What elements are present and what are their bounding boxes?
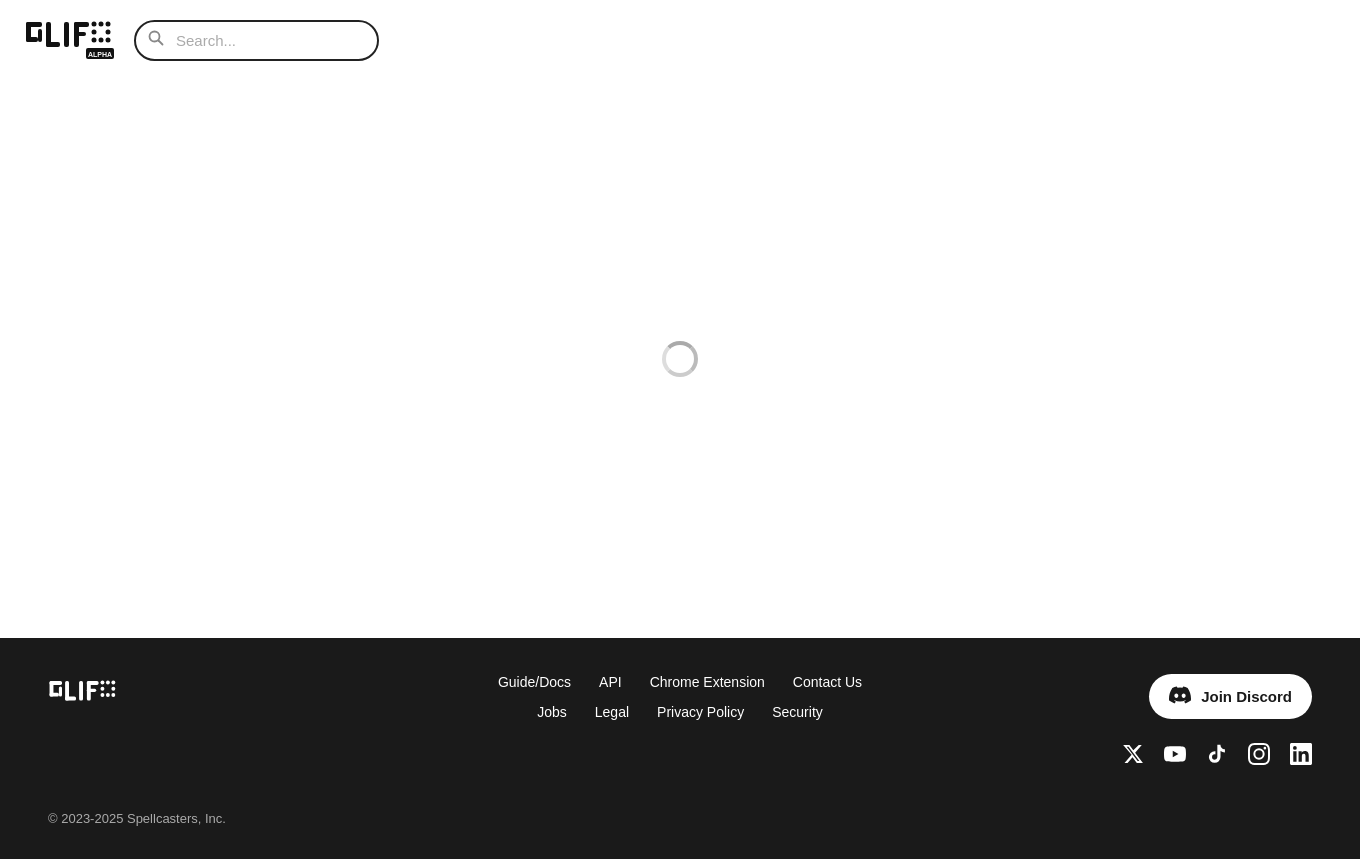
svg-rect-5 [46, 42, 60, 47]
search-bar[interactable] [134, 20, 379, 61]
site-header: ALPHA [0, 0, 1360, 80]
loading-spinner [662, 341, 698, 377]
svg-rect-28 [79, 681, 83, 700]
svg-point-39 [111, 693, 115, 697]
footer-logo[interactable] [48, 674, 118, 716]
svg-rect-6 [64, 22, 69, 47]
svg-point-16 [99, 38, 104, 43]
footer-link-guide-docs[interactable]: Guide/Docs [498, 674, 571, 690]
footer-nav-row-1: Guide/Docs API Chrome Extension Contact … [498, 674, 862, 690]
svg-point-32 [101, 681, 105, 685]
footer-logo-svg [48, 674, 118, 716]
instagram-icon[interactable] [1248, 743, 1270, 765]
logo[interactable]: ALPHA [24, 14, 114, 66]
social-icons [1122, 743, 1312, 765]
svg-rect-25 [59, 686, 62, 696]
svg-rect-23 [50, 681, 62, 685]
twitter-x-icon[interactable] [1122, 743, 1144, 765]
footer-link-privacy-policy[interactable]: Privacy Policy [657, 704, 744, 720]
svg-point-13 [92, 30, 97, 35]
footer-right: Join Discord [1122, 674, 1312, 765]
join-discord-label: Join Discord [1201, 688, 1292, 705]
main-content [0, 80, 1360, 638]
glif-logo-svg: ALPHA [24, 14, 114, 66]
svg-point-14 [106, 30, 111, 35]
footer-nav: Guide/Docs API Chrome Extension Contact … [498, 674, 862, 720]
search-input[interactable] [134, 20, 379, 61]
youtube-icon[interactable] [1164, 743, 1186, 765]
svg-point-34 [111, 681, 115, 685]
discord-icon [1169, 684, 1191, 709]
svg-rect-30 [87, 681, 99, 685]
join-discord-button[interactable]: Join Discord [1149, 674, 1312, 719]
svg-point-10 [92, 22, 97, 27]
svg-text:ALPHA: ALPHA [88, 51, 112, 58]
svg-rect-2 [26, 37, 38, 42]
footer-link-jobs[interactable]: Jobs [537, 704, 567, 720]
footer-bottom: © 2023-2025 Spellcasters, Inc. [48, 809, 1312, 827]
svg-rect-27 [65, 697, 76, 701]
svg-point-36 [111, 687, 115, 691]
svg-rect-24 [50, 693, 59, 697]
svg-point-17 [106, 38, 111, 43]
svg-point-12 [106, 22, 111, 27]
svg-point-11 [99, 22, 104, 27]
svg-point-38 [106, 693, 110, 697]
svg-point-35 [101, 687, 105, 691]
footer-link-chrome-extension[interactable]: Chrome Extension [650, 674, 765, 690]
copyright-text: © 2023-2025 Spellcasters, Inc. [48, 811, 226, 826]
svg-point-37 [101, 693, 105, 697]
linkedin-icon[interactable] [1290, 743, 1312, 765]
footer-nav-row-2: Jobs Legal Privacy Policy Security [537, 704, 823, 720]
svg-rect-31 [87, 689, 96, 692]
footer-link-legal[interactable]: Legal [595, 704, 629, 720]
footer-link-contact-us[interactable]: Contact Us [793, 674, 862, 690]
svg-point-15 [92, 38, 97, 43]
footer-link-security[interactable]: Security [772, 704, 823, 720]
svg-rect-1 [26, 22, 42, 27]
footer-link-api[interactable]: API [599, 674, 622, 690]
tiktok-icon[interactable] [1206, 743, 1228, 765]
svg-rect-3 [38, 29, 42, 42]
svg-point-33 [106, 681, 110, 685]
svg-rect-8 [74, 22, 89, 27]
svg-rect-9 [74, 32, 86, 36]
site-footer: Guide/Docs API Chrome Extension Contact … [0, 638, 1360, 859]
